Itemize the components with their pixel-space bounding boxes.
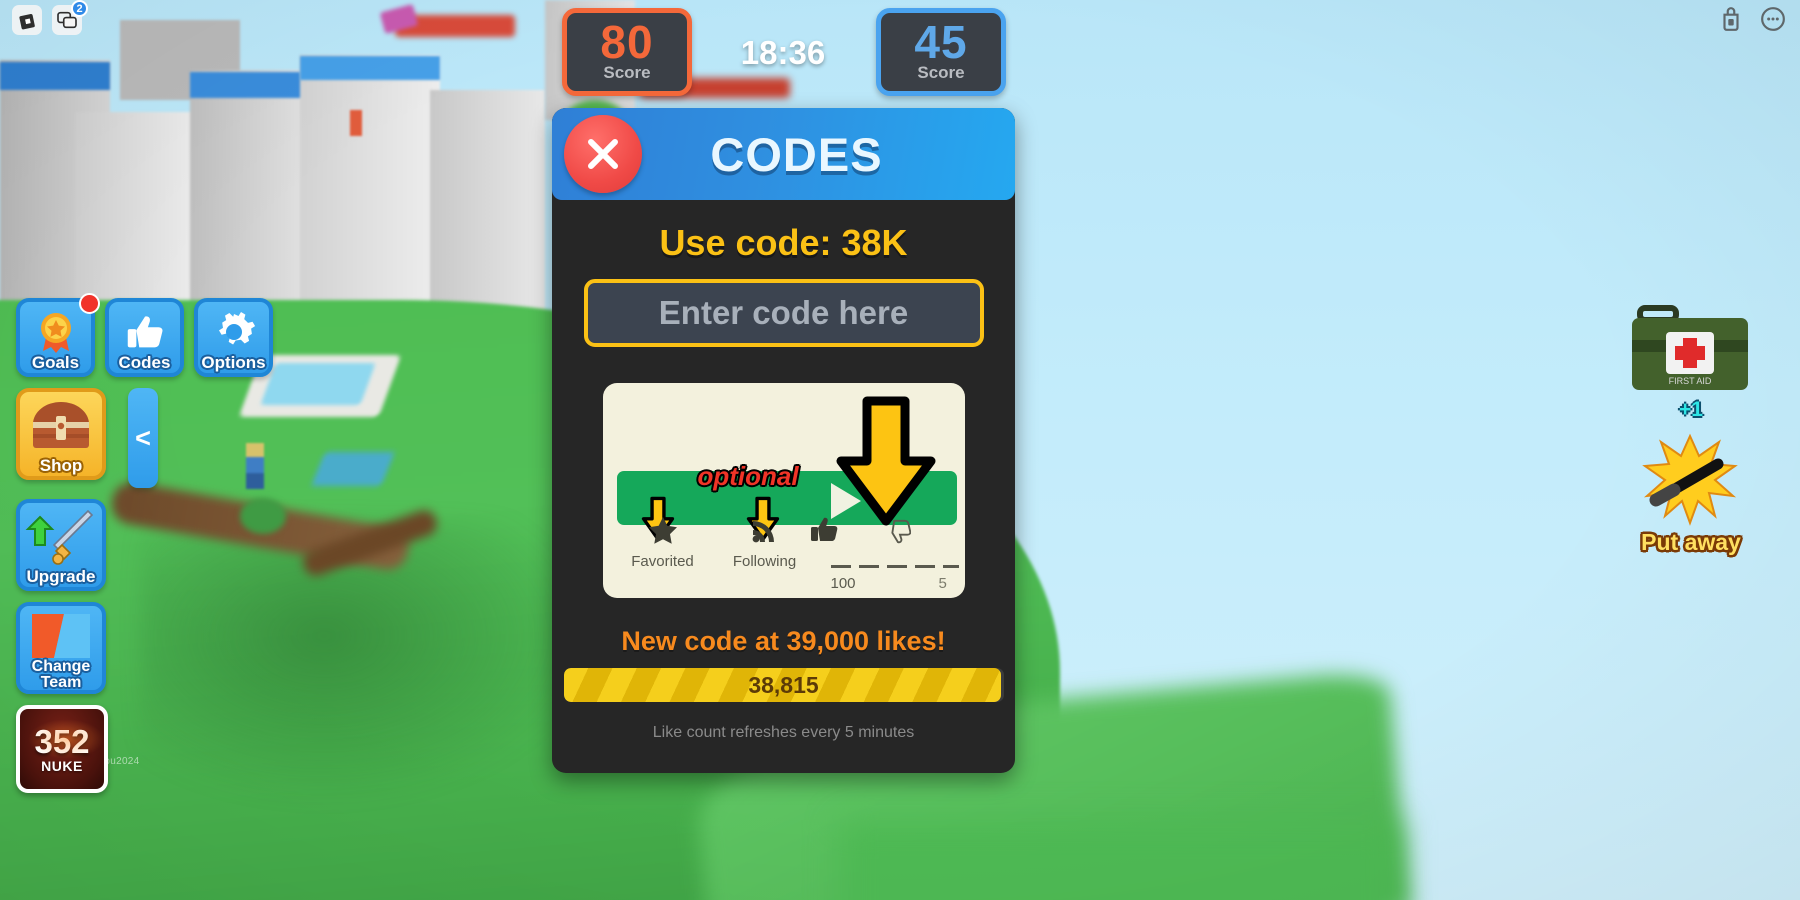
chat-bubble-icon[interactable] bbox=[1760, 6, 1786, 32]
chat-icon[interactable]: 2 bbox=[52, 0, 88, 35]
sidebar-item-upgrade[interactable]: Upgrade bbox=[16, 499, 106, 591]
sidebar-item-codes[interactable]: Codes bbox=[105, 298, 184, 377]
chat-badge-count: 2 bbox=[71, 0, 88, 17]
sidebar-item-codes-label: Codes bbox=[118, 353, 171, 372]
score-red-value: 80 bbox=[600, 16, 654, 69]
score-blue-team: 45 Score bbox=[876, 8, 1006, 96]
sidebar-item-upgrade-label: Upgrade bbox=[26, 567, 96, 586]
score-red-team: 80 Score bbox=[562, 8, 692, 96]
roblox-glyph bbox=[18, 13, 35, 29]
item-first-aid-kit[interactable]: FIRST AID +1 bbox=[1626, 300, 1756, 421]
sidebar-item-options[interactable]: Options bbox=[194, 298, 273, 377]
backpack-icon[interactable] bbox=[1718, 6, 1744, 32]
sidebar-item-shop[interactable]: Shop bbox=[16, 388, 106, 480]
topbar-right bbox=[1718, 6, 1786, 32]
put-away-label: Put away bbox=[1641, 529, 1741, 555]
optional-label: optional bbox=[697, 461, 799, 491]
sidebar-row-upgrade: Upgrade bbox=[16, 499, 273, 591]
left-sidebar: Goals Codes Options Shop < Upgrade Chang… bbox=[16, 293, 273, 804]
use-code-label: Use code: 38K bbox=[659, 222, 908, 263]
codes-modal: CODES Use code: 38K optional Favorited bbox=[552, 108, 1015, 773]
thumbs-up-icon bbox=[811, 517, 838, 541]
score-blue-value: 45 bbox=[914, 16, 968, 69]
change-team-line2: Team bbox=[40, 674, 82, 691]
sidebar-item-change-team-label: Change Team bbox=[20, 659, 102, 691]
sidebar-row-team: Change Team bbox=[16, 602, 273, 694]
rating-dislikes-value: 5 bbox=[938, 575, 947, 592]
rating-column bbox=[811, 516, 965, 549]
item-put-away[interactable]: Put away bbox=[1626, 430, 1756, 555]
match-timer: 18:36 bbox=[740, 34, 826, 71]
code-input[interactable] bbox=[583, 279, 984, 347]
team-flag-icon bbox=[32, 614, 90, 658]
rss-follow-icon bbox=[752, 521, 774, 543]
following-column: Following bbox=[705, 516, 825, 570]
nuke-button[interactable]: 352 NUKE bbox=[16, 705, 108, 793]
goals-notification-dot bbox=[79, 293, 100, 314]
nuke-label: NUKE bbox=[41, 757, 83, 774]
star-icon bbox=[648, 517, 677, 544]
sidebar-item-shop-label: Shop bbox=[39, 456, 83, 475]
nuke-glow bbox=[28, 719, 104, 759]
refresh-note: Like count refreshes every 5 minutes bbox=[652, 724, 915, 741]
topbar-left: 2 bbox=[12, 0, 88, 35]
rating-likes-value: 100 bbox=[830, 575, 856, 592]
treasure-chest-icon bbox=[33, 402, 89, 448]
new-code-label: New code at 39,000 likes! bbox=[621, 626, 946, 656]
sidebar-row-shop: Shop < bbox=[16, 388, 273, 488]
sidebar-collapse-button[interactable]: < bbox=[128, 388, 158, 488]
following-label: Following bbox=[732, 553, 797, 570]
svg-text:FIRST AID: FIRST AID bbox=[1669, 376, 1712, 386]
instruction-icon-row: Favorited Following bbox=[603, 516, 965, 590]
first-aid-icon: FIRST AID bbox=[1632, 305, 1748, 390]
instruction-card: optional Favorited Following 100 5 bbox=[602, 383, 965, 598]
sidebar-item-change-team[interactable]: Change Team bbox=[16, 602, 106, 694]
sidebar-item-options-label: Options bbox=[201, 353, 266, 372]
thumbs-up-icon bbox=[127, 315, 162, 347]
close-x-icon bbox=[588, 139, 618, 169]
likes-progress-bar: 38,815 bbox=[563, 668, 1004, 702]
sidebar-row-nuke: 352 NUKE bbox=[16, 705, 273, 793]
sidebar-row-top: Goals Codes Options bbox=[16, 293, 273, 377]
sidebar-item-goals[interactable]: Goals bbox=[16, 293, 100, 377]
down-arrow-large-icon bbox=[836, 396, 935, 526]
baton-icon bbox=[1642, 433, 1738, 526]
sidebar-item-goals-label: Goals bbox=[31, 353, 80, 372]
likes-progress-value: 38,815 bbox=[748, 671, 819, 698]
close-button[interactable] bbox=[564, 115, 642, 193]
codes-modal-header: CODES bbox=[552, 108, 1015, 200]
score-blue-label: Score bbox=[917, 62, 965, 82]
change-team-line1: Change bbox=[31, 658, 91, 675]
right-item-bar: FIRST AID +1 Put away bbox=[1626, 300, 1766, 560]
roblox-logo-icon[interactable] bbox=[12, 5, 42, 35]
rating-divider bbox=[830, 565, 959, 568]
medal-icon bbox=[40, 312, 71, 353]
thumbs-down-icon bbox=[891, 519, 911, 544]
sword-up-arrow-icon bbox=[25, 509, 94, 565]
gear-icon bbox=[218, 311, 255, 344]
first-aid-badge: +1 bbox=[1679, 398, 1703, 421]
score-red-label: Score bbox=[603, 62, 651, 82]
